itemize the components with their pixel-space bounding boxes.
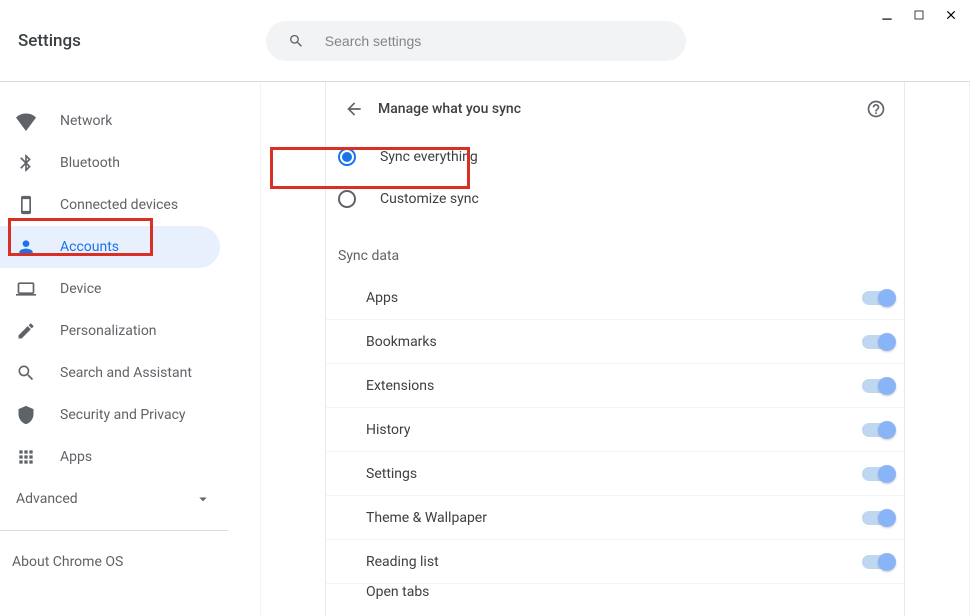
close-icon[interactable] [942,6,960,24]
sync-row-label: Theme & Wallpaper [366,510,487,526]
sidebar-item-label: Personalization [60,323,157,339]
sync-row-label: Open tabs [366,584,429,600]
sync-row-history: History [326,408,904,452]
bluetooth-icon [16,153,36,173]
sidebar-item-accounts[interactable]: Accounts [0,226,220,268]
sidebar-item-bluetooth[interactable]: Bluetooth [0,142,260,184]
sidebar-item-security-privacy[interactable]: Security and Privacy [0,394,260,436]
laptop-icon [16,279,36,299]
header: Settings [0,0,970,82]
sidebar-item-label: Network [60,113,112,129]
toggle-switch[interactable] [862,335,894,349]
sync-row-open-tabs: Open tabs [326,584,904,608]
page-title: Manage what you sync [378,101,521,117]
apps-grid-icon [16,447,36,467]
help-button[interactable] [858,91,894,127]
radio-label: Customize sync [380,191,479,207]
sidebar-item-network[interactable]: Network [0,100,260,142]
radio-sync-everything[interactable]: Sync everything [326,136,904,178]
settings-card: Manage what you sync Sync everything Cus… [325,82,905,616]
sync-row-label: Settings [366,466,417,482]
sidebar-item-search-assistant[interactable]: Search and Assistant [0,352,260,394]
chevron-down-icon [194,490,212,508]
help-icon [866,99,886,119]
sidebar-item-label: Accounts [60,239,119,255]
sync-row-reading-list: Reading list [326,540,904,584]
sidebar-item-apps[interactable]: Apps [0,436,260,478]
sidebar-item-device[interactable]: Device [0,268,260,310]
sidebar-item-label: Bluetooth [60,155,120,171]
sidebar-item-label: Search and Assistant [60,365,192,381]
sidebar-item-personalization[interactable]: Personalization [0,310,260,352]
radio-label: Sync everything [380,149,478,165]
back-button[interactable] [336,91,372,127]
sync-row-label: Bookmarks [366,334,437,350]
wifi-icon [16,111,36,131]
sync-row-settings: Settings [326,452,904,496]
main-panel: Manage what you sync Sync everything Cus… [260,82,970,616]
about-label: About Chrome OS [12,554,123,570]
sidebar-advanced[interactable]: Advanced [0,478,228,520]
maximize-icon[interactable] [910,6,928,24]
toggle-switch[interactable] [862,467,894,481]
advanced-label: Advanced [16,491,78,507]
sidebar-item-label: Security and Privacy [60,407,186,423]
search-box[interactable] [266,21,686,61]
sync-row-label: History [366,422,411,438]
sidebar-item-connected-devices[interactable]: Connected devices [0,184,260,226]
sync-row-extensions: Extensions [326,364,904,408]
toggle-switch[interactable] [862,555,894,569]
sidebar-about[interactable]: About Chrome OS [0,541,260,583]
phone-icon [16,195,36,215]
pencil-icon [16,321,36,341]
sidebar-item-label: Device [60,281,101,297]
toggle-switch[interactable] [862,291,894,305]
sidebar-item-label: Apps [60,449,92,465]
sidebar: Network Bluetooth Connected devices Acco… [0,82,260,616]
sidebar-item-label: Connected devices [60,197,178,213]
section-title: Sync data [326,220,904,276]
minimize-icon[interactable] [878,6,896,24]
radio-icon [338,190,356,208]
sync-row-theme: Theme & Wallpaper [326,496,904,540]
toggle-switch[interactable] [862,511,894,525]
app-title: Settings [18,31,81,51]
sidebar-separator [0,530,228,531]
sync-row-label: Apps [366,290,398,306]
toggle-switch[interactable] [862,423,894,437]
sync-row-apps: Apps [326,276,904,320]
search-icon [288,32,304,50]
person-icon [16,237,36,257]
toggle-switch[interactable] [862,379,894,393]
sync-row-bookmarks: Bookmarks [326,320,904,364]
search-icon [16,363,36,383]
arrow-left-icon [344,99,364,119]
radio-customize-sync[interactable]: Customize sync [326,178,904,220]
radio-icon [338,148,356,166]
sync-row-label: Reading list [366,554,439,570]
shield-icon [16,405,36,425]
sync-row-label: Extensions [366,378,434,394]
search-input[interactable] [323,32,665,50]
